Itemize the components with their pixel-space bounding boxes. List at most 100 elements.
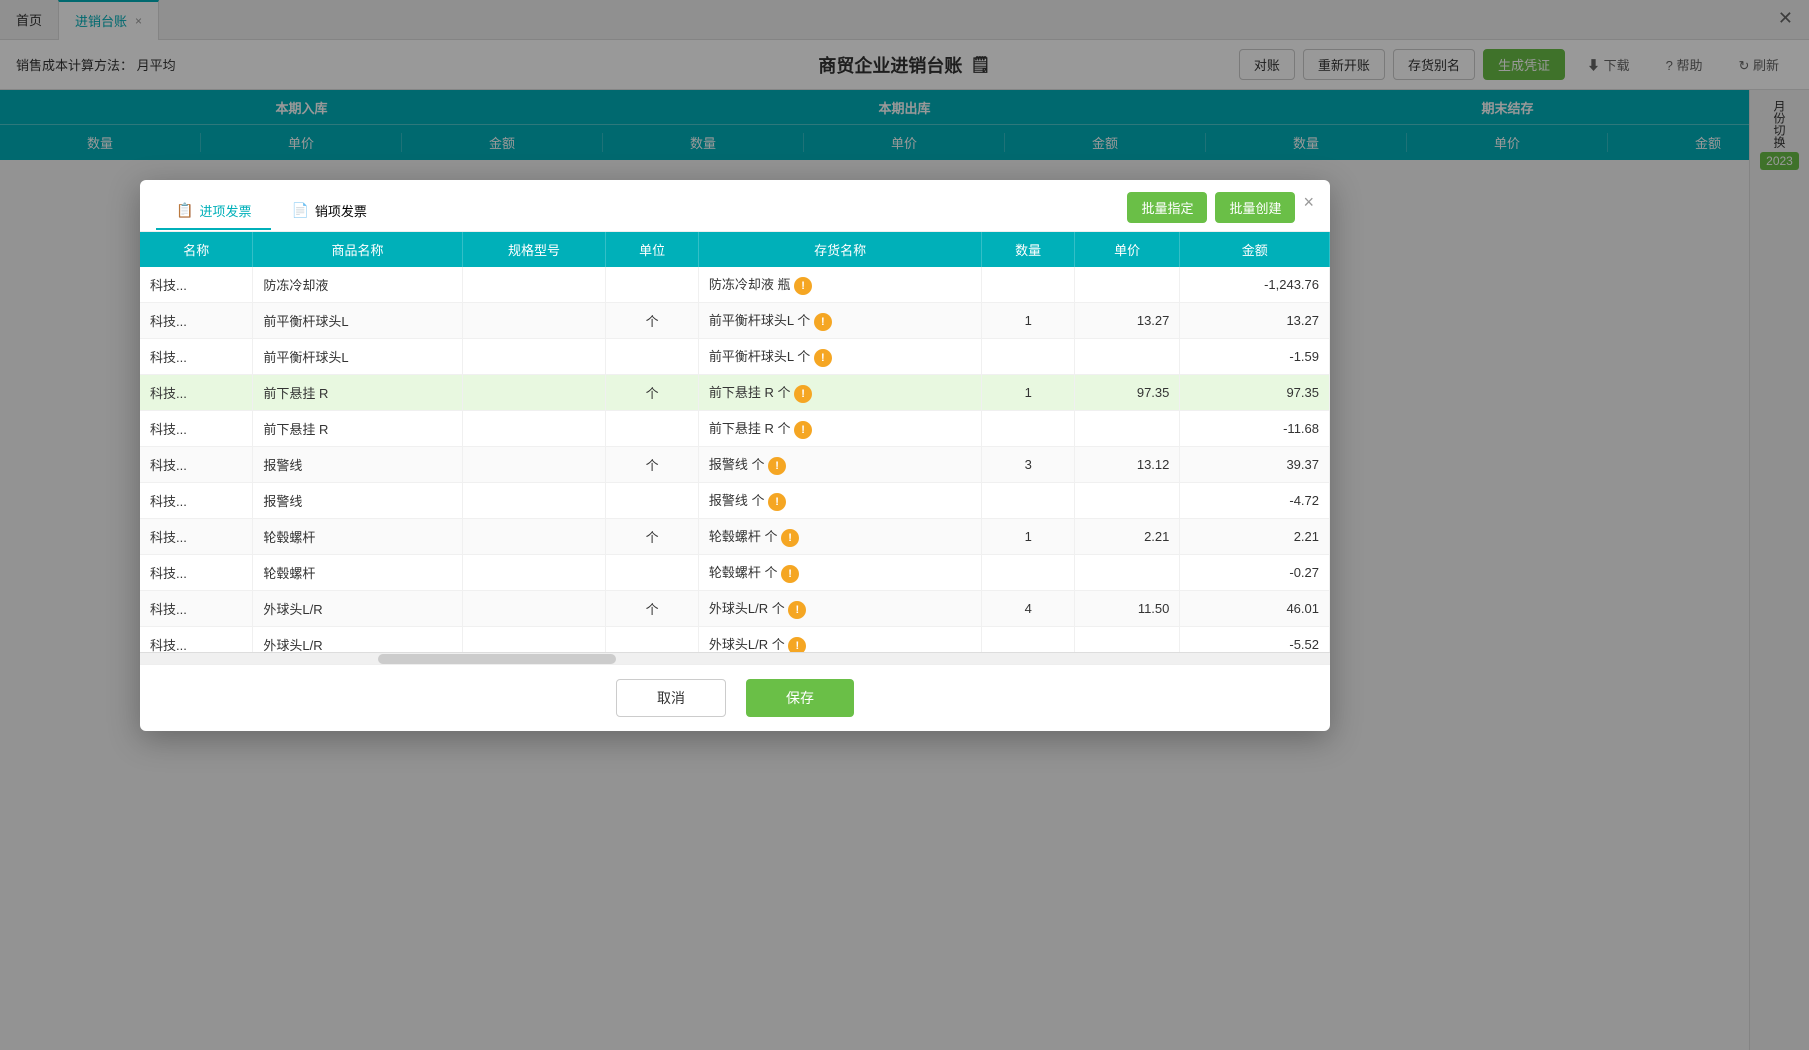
table-row: 科技... 前平衡杆球头L 前平衡杆球头L 个 ! -1.59	[140, 339, 1330, 375]
cell-store-6: 报警线 个 !	[698, 483, 982, 519]
cell-unit-4	[606, 411, 699, 447]
cancel-button[interactable]: 取消	[616, 679, 726, 717]
cell-name-10: 科技...	[140, 627, 253, 653]
warning-icon: !	[794, 277, 812, 295]
tab-incoming-invoice[interactable]: 📋 进项发票	[156, 193, 271, 230]
modal-close-button[interactable]: ×	[1303, 192, 1314, 223]
table-row: 科技... 轮毂螺杆 轮毂螺杆 个 ! -0.27	[140, 555, 1330, 591]
table-row: 科技... 前下悬挂 R 前下悬挂 R 个 ! -11.68	[140, 411, 1330, 447]
cell-quantity-2	[982, 339, 1075, 375]
cell-store-10: 外球头L/R 个 !	[698, 627, 982, 653]
cell-unit-9: 个	[606, 591, 699, 627]
table-row: 科技... 外球头L/R 个 外球头L/R 个 ! 4 11.50 46.01	[140, 591, 1330, 627]
cell-unit-price-9: 11.50	[1074, 591, 1179, 627]
cell-unit-7: 个	[606, 519, 699, 555]
modal-table: 名称 商品名称 规格型号 单位 存货名称 数量 单价 金额 科技... 防冻冷却…	[140, 232, 1330, 652]
modal-tabs: 📋 进项发票 📄 销项发票	[156, 193, 387, 230]
cell-unit-price-0	[1074, 267, 1179, 303]
cell-spec-2	[462, 339, 606, 375]
cell-name-6: 科技...	[140, 483, 253, 519]
outgoing-invoice-icon: 📄	[291, 202, 308, 219]
cell-amount-6: -4.72	[1180, 483, 1330, 519]
cell-store-5: 报警线 个 !	[698, 447, 982, 483]
table-row: 科技... 前下悬挂 R 个 前下悬挂 R 个 ! 1 97.35 97.35	[140, 375, 1330, 411]
cell-unit-price-10	[1074, 627, 1179, 653]
warning-icon: !	[788, 601, 806, 619]
warning-icon: !	[814, 313, 832, 331]
warning-icon: !	[814, 349, 832, 367]
table-header-row: 名称 商品名称 规格型号 单位 存货名称 数量 单价 金额	[140, 232, 1330, 267]
cell-quantity-1: 1	[982, 303, 1075, 339]
cell-store-0: 防冻冷却液 瓶 !	[698, 267, 982, 303]
incoming-invoice-icon: 📋	[176, 202, 193, 219]
cell-product-1: 前平衡杆球头L	[253, 303, 462, 339]
table-row: 科技... 轮毂螺杆 个 轮毂螺杆 个 ! 1 2.21 2.21	[140, 519, 1330, 555]
cell-store-8: 轮毂螺杆 个 !	[698, 555, 982, 591]
batch-assign-button[interactable]: 批量指定	[1127, 192, 1207, 223]
cell-name-4: 科技...	[140, 411, 253, 447]
col-header-unit-price: 单价	[1074, 232, 1179, 267]
cell-spec-5	[462, 447, 606, 483]
cell-product-0: 防冻冷却液	[253, 267, 462, 303]
cell-quantity-4	[982, 411, 1075, 447]
cell-name-3: 科技...	[140, 375, 253, 411]
cell-unit-5: 个	[606, 447, 699, 483]
cell-unit-0	[606, 267, 699, 303]
cell-store-7: 轮毂螺杆 个 !	[698, 519, 982, 555]
cell-spec-9	[462, 591, 606, 627]
modal-horizontal-scrollbar[interactable]	[140, 652, 1330, 664]
cell-spec-0	[462, 267, 606, 303]
modal: 📋 进项发票 📄 销项发票 批量指定 批量创建 × 名称 商品名称 规格型号 单…	[140, 180, 1330, 731]
modal-header: 📋 进项发票 📄 销项发票 批量指定 批量创建 ×	[140, 180, 1330, 232]
cell-quantity-10	[982, 627, 1075, 653]
cell-amount-1: 13.27	[1180, 303, 1330, 339]
table-row: 科技... 报警线 个 报警线 个 ! 3 13.12 39.37	[140, 447, 1330, 483]
cell-spec-7	[462, 519, 606, 555]
tab-outgoing-invoice[interactable]: 📄 销项发票	[271, 193, 386, 230]
cell-name-1: 科技...	[140, 303, 253, 339]
cell-unit-price-1: 13.27	[1074, 303, 1179, 339]
cell-spec-10	[462, 627, 606, 653]
table-row: 科技... 外球头L/R 外球头L/R 个 ! -5.52	[140, 627, 1330, 653]
cell-amount-0: -1,243.76	[1180, 267, 1330, 303]
cell-unit-3: 个	[606, 375, 699, 411]
table-row: 科技... 防冻冷却液 防冻冷却液 瓶 ! -1,243.76	[140, 267, 1330, 303]
cell-product-4: 前下悬挂 R	[253, 411, 462, 447]
cell-name-8: 科技...	[140, 555, 253, 591]
cell-product-3: 前下悬挂 R	[253, 375, 462, 411]
cell-unit-price-7: 2.21	[1074, 519, 1179, 555]
cell-quantity-8	[982, 555, 1075, 591]
cell-quantity-3: 1	[982, 375, 1075, 411]
cell-amount-3: 97.35	[1180, 375, 1330, 411]
cell-quantity-9: 4	[982, 591, 1075, 627]
cell-spec-3	[462, 375, 606, 411]
cell-name-2: 科技...	[140, 339, 253, 375]
batch-create-button[interactable]: 批量创建	[1215, 192, 1295, 223]
modal-header-actions: 批量指定 批量创建 ×	[1127, 192, 1314, 231]
modal-scroll-thumb[interactable]	[378, 654, 616, 664]
cell-store-3: 前下悬挂 R 个 !	[698, 375, 982, 411]
cell-product-8: 轮毂螺杆	[253, 555, 462, 591]
warning-icon: !	[768, 493, 786, 511]
save-button[interactable]: 保存	[746, 679, 854, 717]
col-header-unit: 单位	[606, 232, 699, 267]
cell-amount-4: -11.68	[1180, 411, 1330, 447]
cell-name-0: 科技...	[140, 267, 253, 303]
cell-product-7: 轮毂螺杆	[253, 519, 462, 555]
outgoing-invoice-label: 销项发票	[315, 201, 367, 220]
warning-icon: !	[768, 457, 786, 475]
cell-name-7: 科技...	[140, 519, 253, 555]
col-header-spec: 规格型号	[462, 232, 606, 267]
col-header-amount: 金额	[1180, 232, 1330, 267]
warning-icon: !	[781, 565, 799, 583]
cell-amount-9: 46.01	[1180, 591, 1330, 627]
table-row: 科技... 报警线 报警线 个 ! -4.72	[140, 483, 1330, 519]
cell-unit-price-2	[1074, 339, 1179, 375]
cell-unit-price-8	[1074, 555, 1179, 591]
cell-name-9: 科技...	[140, 591, 253, 627]
cell-quantity-6	[982, 483, 1075, 519]
modal-table-wrap[interactable]: 名称 商品名称 规格型号 单位 存货名称 数量 单价 金额 科技... 防冻冷却…	[140, 232, 1330, 652]
cell-spec-1	[462, 303, 606, 339]
cell-unit-2	[606, 339, 699, 375]
col-header-product: 商品名称	[253, 232, 462, 267]
